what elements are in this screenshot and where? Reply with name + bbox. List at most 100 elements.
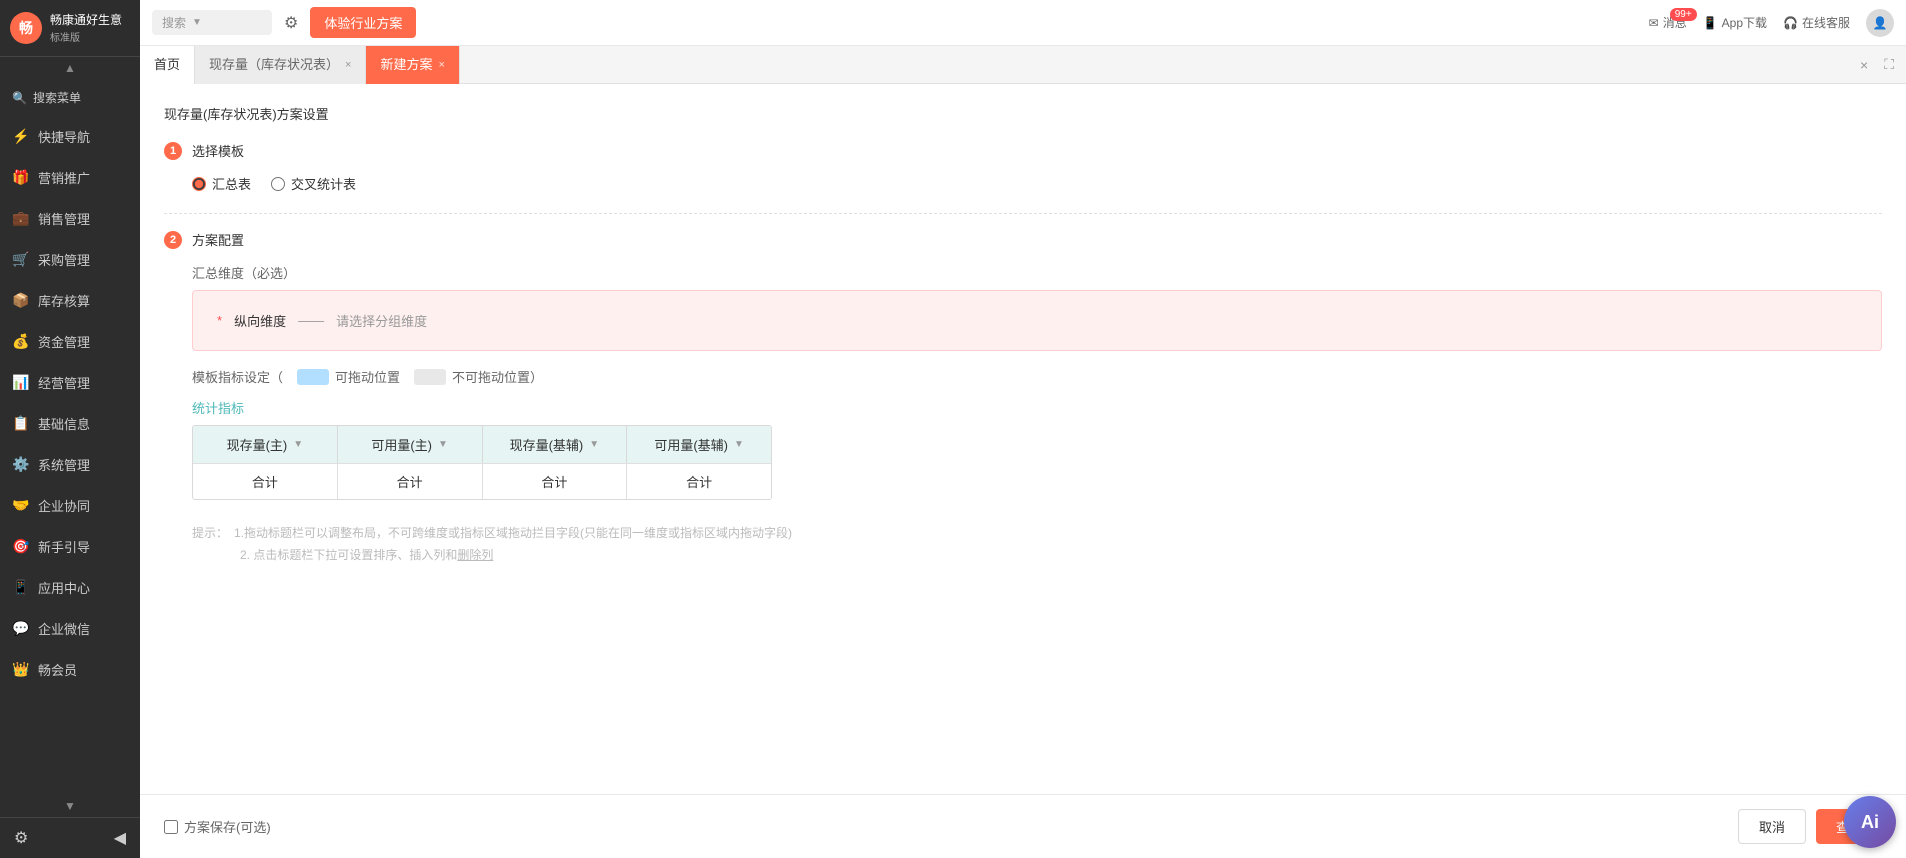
col-available-aux-label: 可用量(基辅) [654,435,728,454]
avatar-placeholder: 👤 [1873,16,1888,30]
sidebar-item-finance[interactable]: 💰 资金管理 [0,321,140,362]
sound-icon[interactable]: ◀ [114,828,126,848]
sidebar-scroll-up[interactable]: ▲ [0,57,140,79]
ai-fab-label: Ai [1861,812,1879,833]
vip-icon: 👑 [12,661,30,679]
online-service-button[interactable]: 🎧 在线客服 [1783,14,1850,31]
sidebar-item-quick-nav[interactable]: ⚡ 快捷导航 [0,116,140,157]
phone-icon: 📱 [1703,16,1718,30]
sidebar-item-cooperation[interactable]: 🤝 企业协同 [0,485,140,526]
sidebar-item-label: 系统管理 [38,455,90,474]
radio-summary-input[interactable] [192,177,206,191]
col-current-main-label: 现存量(主) [227,435,288,454]
col-available-main-dropdown[interactable]: ▼ [438,439,448,450]
indicator-movable: 可拖动位置 [297,367,400,386]
sidebar-item-label: 经营管理 [38,373,90,392]
app-version: 标准版 [50,29,122,44]
radio-cross-input[interactable] [271,177,285,191]
trial-button[interactable]: 体验行业方案 [310,7,416,38]
headset-icon: 🎧 [1783,16,1798,30]
sidebar-nav: ⚡ 快捷导航 🎁 营销推广 💼 销售管理 🛒 采购管理 📦 库存核算 💰 资金管… [0,116,140,795]
app-download-button[interactable]: 📱 App下载 [1703,14,1767,31]
col-available-aux-dropdown[interactable]: ▼ [734,439,744,450]
stats-col-available-aux[interactable]: 可用量(基辅) ▼ [627,426,771,463]
stats-col-current-main[interactable]: 现存量(主) ▼ [193,426,338,463]
col-available-main-label: 可用量(主) [371,435,432,454]
tab-home-label: 首页 [154,46,180,84]
delete-col-link[interactable]: 删除列 [457,548,493,562]
radio-summary[interactable]: 汇总表 [192,174,251,193]
dimension-dash: —— [298,313,324,328]
stats-col-available-main[interactable]: 可用量(主) ▼ [338,426,483,463]
sidebar-bottom: ⚙ ◀ [0,817,140,858]
user-avatar[interactable]: 👤 [1866,9,1894,37]
tab-new-plan[interactable]: 新建方案 × [366,46,459,84]
tab-new-plan-close-icon[interactable]: × [438,46,444,84]
quick-nav-icon: ⚡ [12,128,30,146]
sidebar-item-label: 销售管理 [38,209,90,228]
system-icon: ⚙️ [12,456,30,474]
sidebar-item-operations[interactable]: 📊 经营管理 [0,362,140,403]
sidebar-item-marketing[interactable]: 🎁 营销推广 [0,157,140,198]
purchase-icon: 🛒 [12,251,30,269]
topbar-search-dropdown-arrow: ▼ [192,17,202,28]
step2-body: 汇总维度（必选） * 纵向维度 —— 请选择分组维度 模板指标设定（ [164,263,1882,566]
stats-cell-1-1: 合计 [193,464,338,499]
tabs-right-actions: × ⛶ [1856,52,1906,77]
movable-box-icon [297,369,329,385]
sidebar-item-inventory[interactable]: 📦 库存核算 [0,280,140,321]
step2-header: 2 方案配置 [164,230,1882,249]
cancel-button[interactable]: 取消 [1738,809,1806,844]
sidebar-item-label: 营销推广 [38,168,90,187]
sales-icon: 💼 [12,210,30,228]
stats-col-current-aux[interactable]: 现存量(基辅) ▼ [483,426,628,463]
sidebar-search-label: 搜索菜单 [33,89,81,106]
sidebar-item-app-center[interactable]: 📱 应用中心 [0,567,140,608]
topbar-gear-icon[interactable]: ⚙ [284,13,298,33]
sidebar-scroll-down[interactable]: ▼ [0,795,140,817]
finance-icon: 💰 [12,333,30,351]
movable-label: 可拖动位置 [335,367,400,386]
close-window-icon[interactable]: × [1856,53,1872,77]
sidebar-item-basic-info[interactable]: 📋 基础信息 [0,403,140,444]
sidebar-search[interactable]: 🔍 搜索菜单 [0,79,140,116]
step1-title: 选择模板 [192,141,244,160]
sidebar-item-wechat[interactable]: 💬 企业微信 [0,608,140,649]
tab-home[interactable]: 首页 [140,46,195,84]
sidebar-item-vip[interactable]: 👑 畅会员 [0,649,140,690]
sidebar-item-label: 快捷导航 [38,127,90,146]
dimension-row: * 纵向维度 —— 请选择分组维度 [217,311,1857,330]
tab-inventory-status[interactable]: 现存量（库存状况表） × [195,46,366,84]
ai-fab-button[interactable]: Ai [1844,796,1896,848]
fullscreen-icon[interactable]: ⛶ [1880,52,1898,77]
wechat-icon: 💬 [12,620,30,638]
stats-header-row: 现存量(主) ▼ 可用量(主) ▼ 现存量(基辅) ▼ [193,426,771,463]
dimension-label: 纵向维度 [234,311,286,330]
save-checkbox[interactable] [164,820,178,834]
section-divider-1 [164,213,1882,214]
app-name: 畅康通好生意 [50,12,122,29]
col-current-aux-dropdown[interactable]: ▼ [589,439,599,450]
stats-cell-1-2: 合计 [338,464,483,499]
indicator-fixed: 不可拖动位置） [414,367,543,386]
tab-inventory-close-icon[interactable]: × [345,46,351,84]
page-title: 现存量(库存状况表)方案设置 [164,104,1882,123]
dimension-placeholder[interactable]: 请选择分组维度 [336,311,427,330]
sidebar-item-purchase[interactable]: 🛒 采购管理 [0,239,140,280]
settings-icon[interactable]: ⚙ [14,828,28,848]
sidebar-item-label: 企业微信 [38,619,90,638]
step2-title: 方案配置 [192,230,244,249]
sidebar-item-system[interactable]: ⚙️ 系统管理 [0,444,140,485]
col-current-main-dropdown[interactable]: ▼ [293,439,303,450]
settings-panel: 现存量(库存状况表)方案设置 1 选择模板 汇总表 交叉统计 [140,84,1906,794]
tab-inventory-label: 现存量（库存状况表） [209,46,339,84]
step1-header: 1 选择模板 [164,141,1882,160]
topbar: 搜索 ▼ ⚙ 体验行业方案 ✉ 消息 99+ 📱 App下载 🎧 在线客服 👤 [140,0,1906,46]
sidebar-item-guide[interactable]: 🎯 新手引导 [0,526,140,567]
radio-cross[interactable]: 交叉统计表 [271,174,356,193]
topbar-search-area[interactable]: 搜索 ▼ [152,10,272,35]
message-button[interactable]: ✉ 消息 99+ [1649,14,1687,31]
sidebar-item-sales[interactable]: 💼 销售管理 [0,198,140,239]
sidebar-item-label: 畅会员 [38,660,77,679]
basic-info-icon: 📋 [12,415,30,433]
